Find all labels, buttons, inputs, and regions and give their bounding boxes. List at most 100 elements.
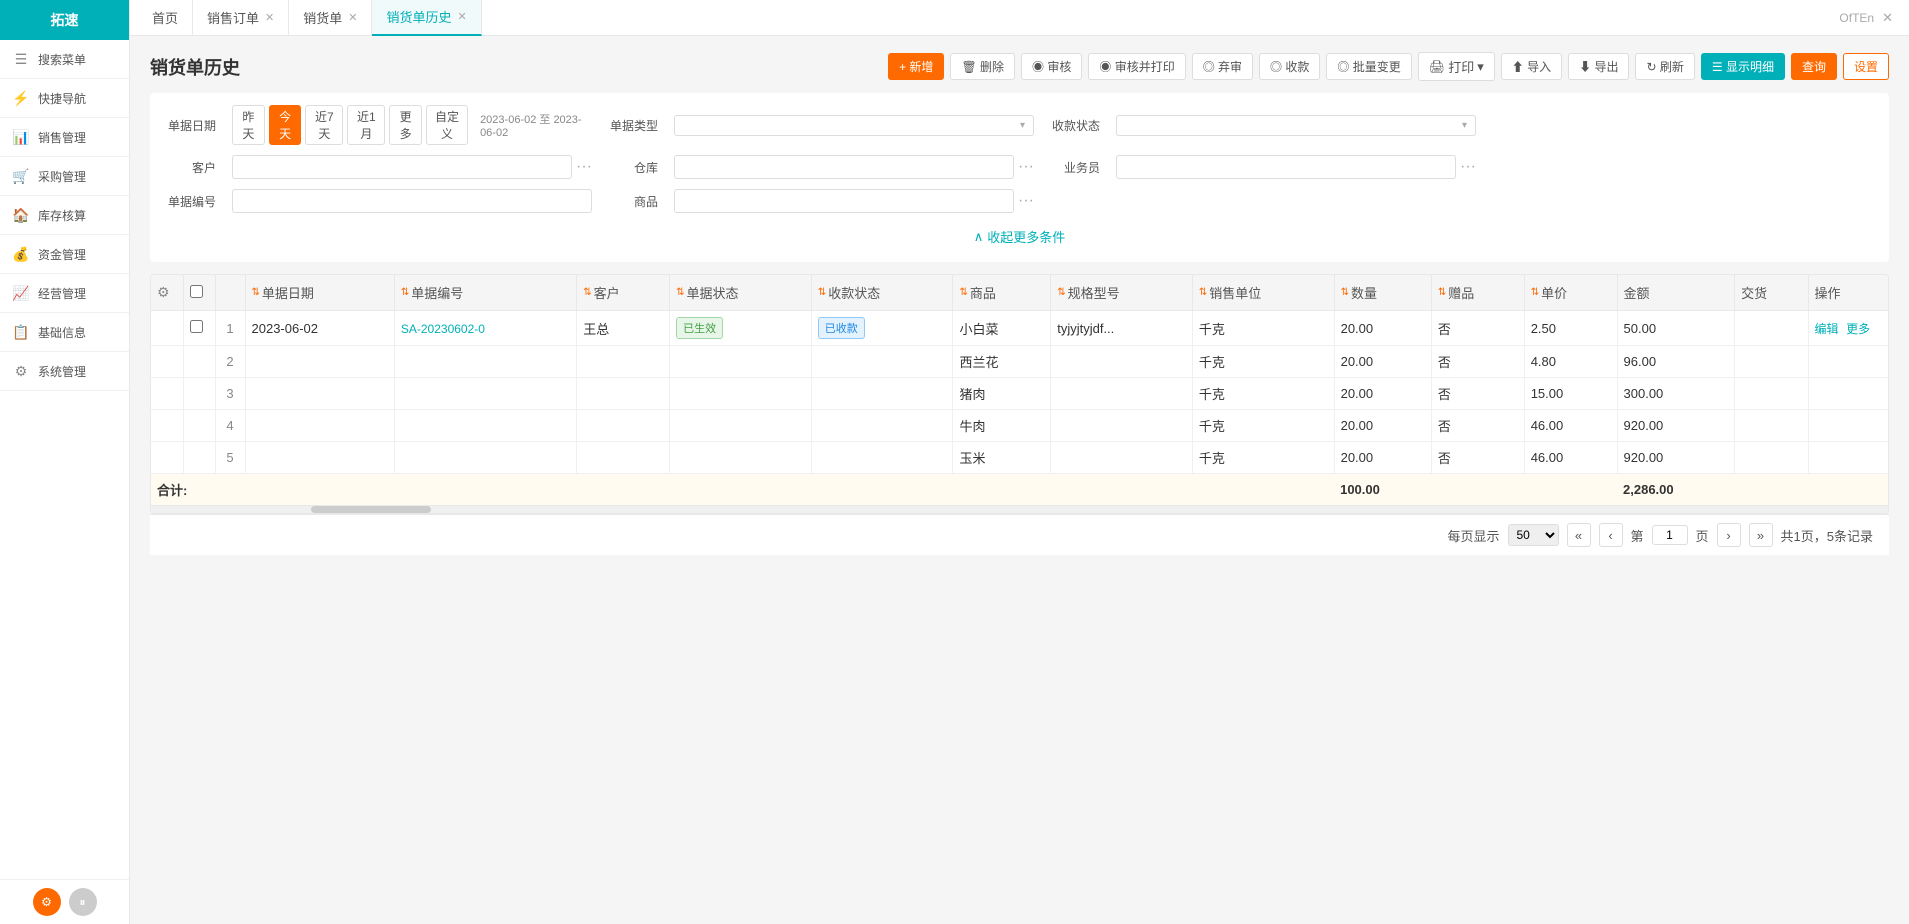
last-page-btn[interactable]: » <box>1749 523 1773 547</box>
col-gift[interactable]: ⇅赠品 <box>1431 275 1524 311</box>
sidebar-item-search-menu[interactable]: ☰ 搜索菜单 <box>0 40 129 79</box>
sidebar-item-sys-mgmt[interactable]: ⚙ 系统管理 <box>0 352 129 391</box>
sidebar-item-label: 销售管理 <box>38 129 86 146</box>
col-doc-status[interactable]: ⇅单据状态 <box>670 275 812 311</box>
date-btn-today[interactable]: 今天 <box>269 105 302 145</box>
horizontal-scrollbar[interactable] <box>151 505 1888 513</box>
col-doc-status-label: 单据状态 <box>687 283 739 302</box>
col-collect-status[interactable]: ⇅收款状态 <box>811 275 953 311</box>
goods-dots-icon[interactable]: ··· <box>1018 192 1034 210</box>
close-sales-goods-icon[interactable]: ✕ <box>348 11 357 24</box>
cell-customer <box>577 442 670 474</box>
col-price[interactable]: ⇅单价 <box>1524 275 1617 311</box>
new-button[interactable]: + 新增 <box>888 53 944 80</box>
warehouse-input[interactable] <box>674 155 1014 179</box>
col-spec-label: 规格型号 <box>1068 283 1120 302</box>
sidebar-item-inventory[interactable]: 🏠 库存核算 <box>0 196 129 235</box>
close-sales-order-icon[interactable]: ✕ <box>265 11 274 24</box>
sidebar-item-purchase-mgmt[interactable]: 🛒 采购管理 <box>0 157 129 196</box>
next-page-icon: › <box>1726 528 1730 543</box>
settings-button[interactable]: 设置 <box>1843 53 1889 80</box>
query-button[interactable]: 查询 <box>1791 53 1837 80</box>
salesperson-field: ··· <box>1116 155 1476 179</box>
tab-sales-goods-history[interactable]: 销货单历史 ✕ <box>372 0 481 36</box>
collect-badge: 已收款 <box>818 317 865 339</box>
page-number-input[interactable] <box>1652 525 1688 545</box>
sidebar-item-base-info[interactable]: 📋 基础信息 <box>0 313 129 352</box>
col-transaction: 交货 <box>1735 275 1808 311</box>
collapse-icon: ∧ <box>974 229 984 245</box>
col-doc-date[interactable]: ⇅单据日期 <box>245 275 394 311</box>
first-page-btn[interactable]: « <box>1567 523 1591 547</box>
col-customer[interactable]: ⇅客户 <box>577 275 670 311</box>
sidebar-item-label: 系统管理 <box>38 363 86 380</box>
sidebar-item-quick-nav[interactable]: ⚡ 快捷导航 <box>0 79 129 118</box>
date-btn-yesterday[interactable]: 昨天 <box>232 105 265 145</box>
cell-price: 46.00 <box>1524 410 1617 442</box>
last-page-icon: » <box>1757 528 1764 543</box>
col-qty-label: 数量 <box>1351 283 1377 302</box>
table-header-row: ⚙ ⇅单据日期 ⇅单据编号 ⇅客户 <box>151 275 1888 311</box>
cell-customer: 王总 <box>577 311 670 346</box>
col-unit[interactable]: ⇅销售单位 <box>1192 275 1334 311</box>
sidebar-item-ops-mgmt[interactable]: 📈 经营管理 <box>0 274 129 313</box>
print-button[interactable]: 🖨 打印 ▾ <box>1418 52 1495 81</box>
col-spec[interactable]: ⇅规格型号 <box>1051 275 1193 311</box>
table-row: 3 猪肉 千克 20.00 否 15.00 300.00 <box>151 378 1888 410</box>
warehouse-dots-icon[interactable]: ··· <box>1018 158 1034 176</box>
customer-dots-icon[interactable]: ··· <box>576 158 592 176</box>
col-goods-label: 商品 <box>970 283 996 302</box>
cell-action: 编辑 更多 <box>1808 311 1888 346</box>
edit-link[interactable]: 编辑 <box>1815 322 1839 336</box>
import-button[interactable]: ⬆ 导入 <box>1501 53 1562 80</box>
cell-checkbox <box>183 346 215 378</box>
close-history-icon[interactable]: ✕ <box>458 10 467 23</box>
goods-input[interactable] <box>674 189 1014 213</box>
tab-sales-order[interactable]: 销售订单 ✕ <box>193 0 289 36</box>
sidebar-item-sales-mgmt[interactable]: 📊 销售管理 <box>0 118 129 157</box>
date-btn-custom[interactable]: 自定义 <box>426 105 468 145</box>
delete-button[interactable]: 🗑 删除 <box>950 53 1015 80</box>
date-btn-more[interactable]: 更多 <box>389 105 422 145</box>
collect-status-select[interactable]: ▾ <box>1116 115 1476 136</box>
per-page-select[interactable]: 50 100 200 <box>1508 524 1559 546</box>
doc-no-input[interactable] <box>232 189 592 213</box>
col-qty[interactable]: ⇅数量 <box>1334 275 1431 311</box>
tab-sales-goods[interactable]: 销货单 ✕ <box>289 0 372 36</box>
salesperson-dots-icon[interactable]: ··· <box>1460 158 1476 176</box>
date-btn-7days[interactable]: 近7天 <box>305 105 343 145</box>
prev-page-btn[interactable]: ‹ <box>1599 523 1623 547</box>
col-doc-no[interactable]: ⇅单据编号 <box>394 275 576 311</box>
sidebar-item-finance[interactable]: 💰 资金管理 <box>0 235 129 274</box>
date-btn-1month[interactable]: 近1月 <box>347 105 385 145</box>
doc-type-select[interactable]: ▾ <box>674 115 1034 136</box>
row-checkbox[interactable] <box>190 320 203 333</box>
sidebar-settings-btn[interactable]: ⚙ <box>33 888 61 916</box>
abandon-button[interactable]: ◎ 弃审 <box>1192 53 1253 80</box>
select-all-checkbox[interactable] <box>190 285 203 298</box>
sidebar-pause-btn[interactable]: ⏸ <box>69 888 97 916</box>
tab-home[interactable]: 首页 <box>138 0 193 36</box>
window-close-btn[interactable]: ✕ <box>1882 10 1893 26</box>
more-link[interactable]: 更多 <box>1846 322 1870 336</box>
next-page-btn[interactable]: › <box>1717 523 1741 547</box>
cell-qty: 20.00 <box>1334 311 1431 346</box>
customer-input[interactable] <box>232 155 572 179</box>
audit-print-button[interactable]: ◉ 审核并打印 <box>1088 53 1185 80</box>
collect-button[interactable]: ◎ 收款 <box>1259 53 1320 80</box>
collapse-btn[interactable]: ∧ 收起更多条件 <box>974 223 1066 250</box>
settings-gear-icon[interactable]: ⚙ <box>157 284 170 300</box>
salesperson-input[interactable] <box>1116 155 1456 179</box>
col-goods[interactable]: ⇅商品 <box>953 275 1051 311</box>
display-detail-button[interactable]: ☰ 显示明细 <box>1701 53 1785 80</box>
audit-button[interactable]: ◉ 审核 <box>1021 53 1082 80</box>
main-area: 首页 销售订单 ✕ 销货单 ✕ 销货单历史 ✕ OfTEn ✕ 销货单历史 + … <box>130 0 1909 924</box>
cell-amount: 96.00 <box>1617 346 1735 378</box>
refresh-button[interactable]: ↻ 刷新 <box>1635 53 1694 80</box>
scrollbar-thumb[interactable] <box>311 506 431 513</box>
doc-no-link[interactable]: SA-20230602-0 <box>401 322 485 336</box>
cell-gift: 否 <box>1431 311 1524 346</box>
export-button[interactable]: ⬇ 导出 <box>1568 53 1629 80</box>
batch-change-button[interactable]: ◎ 批量变更 <box>1326 53 1411 80</box>
col-settings[interactable]: ⚙ <box>151 275 183 311</box>
